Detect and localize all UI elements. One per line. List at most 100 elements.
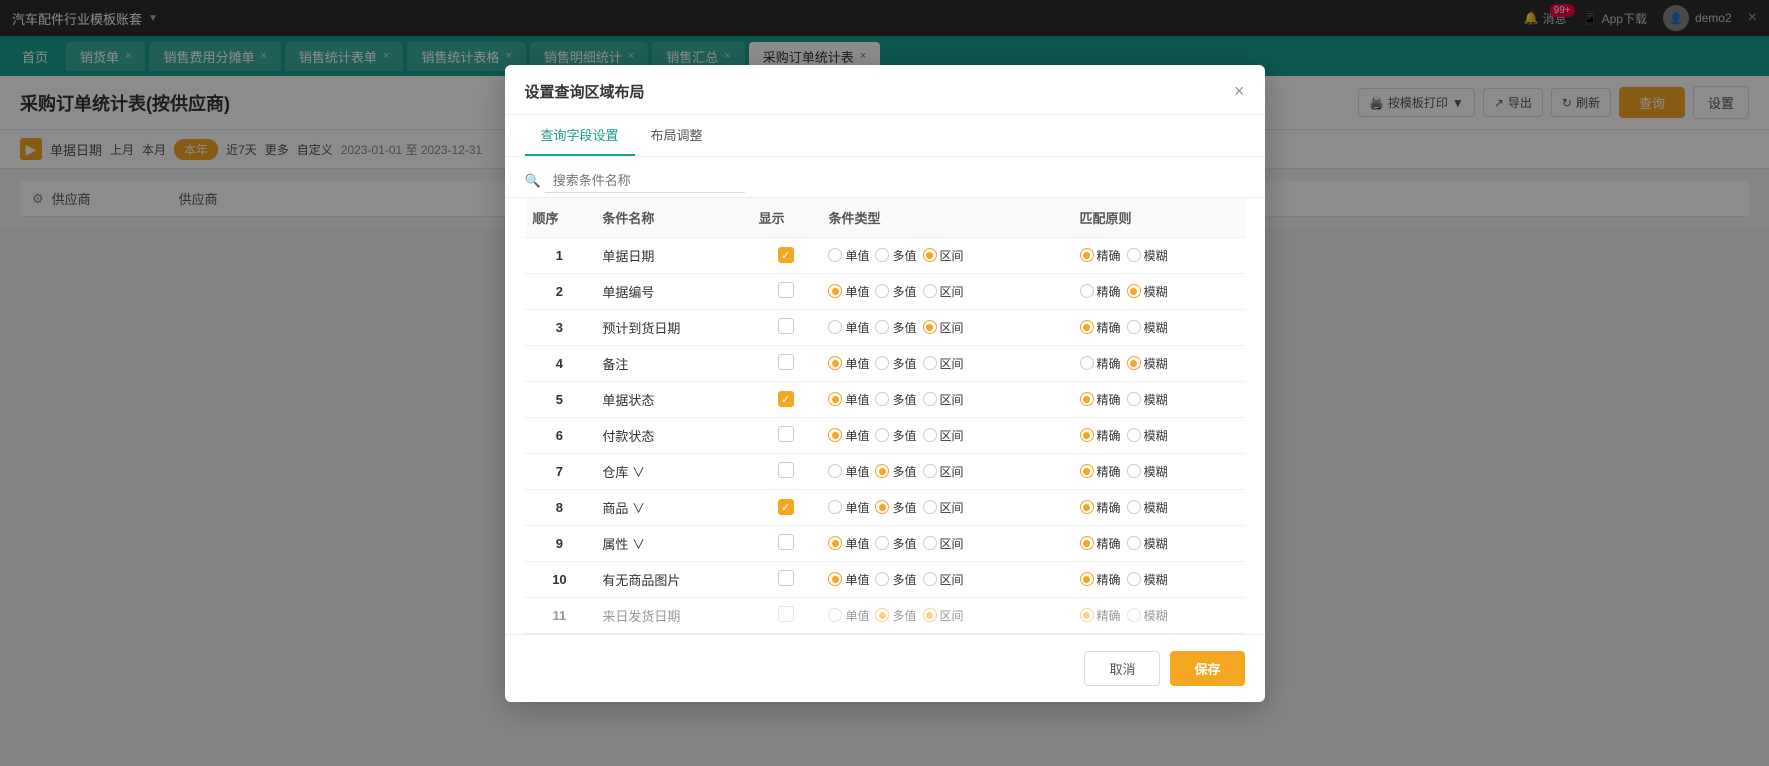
row-checkbox-2[interactable] bbox=[751, 273, 821, 309]
match-exact-11[interactable]: 精确 bbox=[1080, 607, 1121, 624]
type-multi-8[interactable]: 多值 bbox=[875, 499, 916, 516]
type-range-8[interactable]: 区间 bbox=[923, 499, 964, 516]
row-checkbox-3[interactable] bbox=[751, 309, 821, 345]
type-single-8[interactable]: 单值 bbox=[828, 499, 869, 516]
type-single-6-radio[interactable] bbox=[828, 428, 842, 442]
match-fuzzy-8[interactable]: 模糊 bbox=[1127, 499, 1168, 516]
type-multi-11[interactable]: 多值 bbox=[875, 607, 916, 624]
match-fuzzy-3[interactable]: 模糊 bbox=[1127, 319, 1168, 336]
type-multi-9-radio[interactable] bbox=[875, 536, 889, 550]
match-fuzzy-5[interactable]: 模糊 bbox=[1127, 391, 1168, 408]
match-fuzzy-2[interactable]: 模糊 bbox=[1127, 283, 1168, 300]
type-range-2[interactable]: 区间 bbox=[923, 283, 964, 300]
type-multi-11-radio[interactable] bbox=[875, 608, 889, 622]
modal-close-button[interactable]: × bbox=[1234, 82, 1245, 100]
match-exact-10[interactable]: 精确 bbox=[1080, 571, 1121, 588]
type-range-3[interactable]: 区间 bbox=[923, 319, 964, 336]
row-checkbox-5[interactable] bbox=[751, 381, 821, 417]
match-exact-11-radio[interactable] bbox=[1080, 608, 1094, 622]
checkbox-10[interactable] bbox=[778, 570, 794, 586]
checkbox-7[interactable] bbox=[778, 462, 794, 478]
type-single-10[interactable]: 单值 bbox=[828, 571, 869, 588]
checkbox-11[interactable] bbox=[778, 606, 794, 622]
type-range-3-radio[interactable] bbox=[923, 320, 937, 334]
match-fuzzy-1[interactable]: 模糊 bbox=[1127, 247, 1168, 264]
type-single-7-radio[interactable] bbox=[828, 464, 842, 478]
match-exact-4[interactable]: 精确 bbox=[1080, 355, 1121, 372]
type-range-7[interactable]: 区间 bbox=[923, 463, 964, 480]
checkbox-3[interactable] bbox=[778, 318, 794, 334]
type-multi-10[interactable]: 多值 bbox=[875, 571, 916, 588]
match-fuzzy-9[interactable]: 模糊 bbox=[1127, 535, 1168, 552]
match-exact-7[interactable]: 精确 bbox=[1080, 463, 1121, 480]
checkbox-2[interactable] bbox=[778, 282, 794, 298]
match-fuzzy-10-radio[interactable] bbox=[1127, 572, 1141, 586]
type-multi-2-radio[interactable] bbox=[875, 284, 889, 298]
type-range-5[interactable]: 区间 bbox=[923, 391, 964, 408]
type-range-6[interactable]: 区间 bbox=[923, 427, 964, 444]
condition-search-input[interactable] bbox=[545, 169, 745, 193]
match-fuzzy-3-radio[interactable] bbox=[1127, 320, 1141, 334]
match-fuzzy-1-radio[interactable] bbox=[1127, 248, 1141, 262]
type-range-7-radio[interactable] bbox=[923, 464, 937, 478]
type-single-5-radio[interactable] bbox=[828, 392, 842, 406]
type-multi-1-radio[interactable] bbox=[875, 248, 889, 262]
match-exact-1-radio[interactable] bbox=[1080, 248, 1094, 262]
type-range-10[interactable]: 区间 bbox=[923, 571, 964, 588]
type-multi-2[interactable]: 多值 bbox=[875, 283, 916, 300]
type-single-9-radio[interactable] bbox=[828, 536, 842, 550]
type-single-9[interactable]: 单值 bbox=[828, 535, 869, 552]
row-checkbox-10[interactable] bbox=[751, 561, 821, 597]
match-exact-8-radio[interactable] bbox=[1080, 500, 1094, 514]
row-checkbox-9[interactable] bbox=[751, 525, 821, 561]
match-exact-6-radio[interactable] bbox=[1080, 428, 1094, 442]
type-range-11[interactable]: 区间 bbox=[923, 607, 964, 624]
checkbox-5[interactable] bbox=[778, 391, 794, 407]
tab-query-fields[interactable]: 查询字段设置 bbox=[525, 115, 635, 156]
match-exact-9-radio[interactable] bbox=[1080, 536, 1094, 550]
type-range-9-radio[interactable] bbox=[923, 536, 937, 550]
match-exact-2-radio[interactable] bbox=[1080, 284, 1094, 298]
row-checkbox-4[interactable] bbox=[751, 345, 821, 381]
type-multi-5[interactable]: 多值 bbox=[875, 391, 916, 408]
type-multi-9[interactable]: 多值 bbox=[875, 535, 916, 552]
type-single-10-radio[interactable] bbox=[828, 572, 842, 586]
type-range-4-radio[interactable] bbox=[923, 356, 937, 370]
type-single-2-radio[interactable] bbox=[828, 284, 842, 298]
type-range-4[interactable]: 区间 bbox=[923, 355, 964, 372]
type-range-2-radio[interactable] bbox=[923, 284, 937, 298]
row-checkbox-1[interactable] bbox=[751, 237, 821, 273]
match-fuzzy-4[interactable]: 模糊 bbox=[1127, 355, 1168, 372]
match-exact-6[interactable]: 精确 bbox=[1080, 427, 1121, 444]
save-button[interactable]: 保存 bbox=[1170, 651, 1244, 686]
type-single-8-radio[interactable] bbox=[828, 500, 842, 514]
match-fuzzy-6[interactable]: 模糊 bbox=[1127, 427, 1168, 444]
match-exact-2[interactable]: 精确 bbox=[1080, 283, 1121, 300]
match-exact-8[interactable]: 精确 bbox=[1080, 499, 1121, 516]
match-exact-4-radio[interactable] bbox=[1080, 356, 1094, 370]
type-multi-1[interactable]: 多值 bbox=[875, 247, 916, 264]
match-exact-9[interactable]: 精确 bbox=[1080, 535, 1121, 552]
type-range-1-radio[interactable] bbox=[923, 248, 937, 262]
row-checkbox-6[interactable] bbox=[751, 417, 821, 453]
type-single-1-radio[interactable] bbox=[828, 248, 842, 262]
checkbox-9[interactable] bbox=[778, 534, 794, 550]
match-fuzzy-9-radio[interactable] bbox=[1127, 536, 1141, 550]
match-exact-3[interactable]: 精确 bbox=[1080, 319, 1121, 336]
type-multi-10-radio[interactable] bbox=[875, 572, 889, 586]
type-single-2[interactable]: 单值 bbox=[828, 283, 869, 300]
type-single-5[interactable]: 单值 bbox=[828, 391, 869, 408]
tab-layout-adjust[interactable]: 布局调整 bbox=[635, 115, 719, 156]
match-fuzzy-11[interactable]: 模糊 bbox=[1127, 607, 1168, 624]
type-multi-4-radio[interactable] bbox=[875, 356, 889, 370]
checkbox-4[interactable] bbox=[778, 354, 794, 370]
type-single-7[interactable]: 单值 bbox=[828, 463, 869, 480]
match-fuzzy-7-radio[interactable] bbox=[1127, 464, 1141, 478]
checkbox-6[interactable] bbox=[778, 426, 794, 442]
match-fuzzy-6-radio[interactable] bbox=[1127, 428, 1141, 442]
match-fuzzy-10[interactable]: 模糊 bbox=[1127, 571, 1168, 588]
type-range-1[interactable]: 区间 bbox=[923, 247, 964, 264]
type-single-4[interactable]: 单值 bbox=[828, 355, 869, 372]
type-multi-3[interactable]: 多值 bbox=[875, 319, 916, 336]
type-range-5-radio[interactable] bbox=[923, 392, 937, 406]
